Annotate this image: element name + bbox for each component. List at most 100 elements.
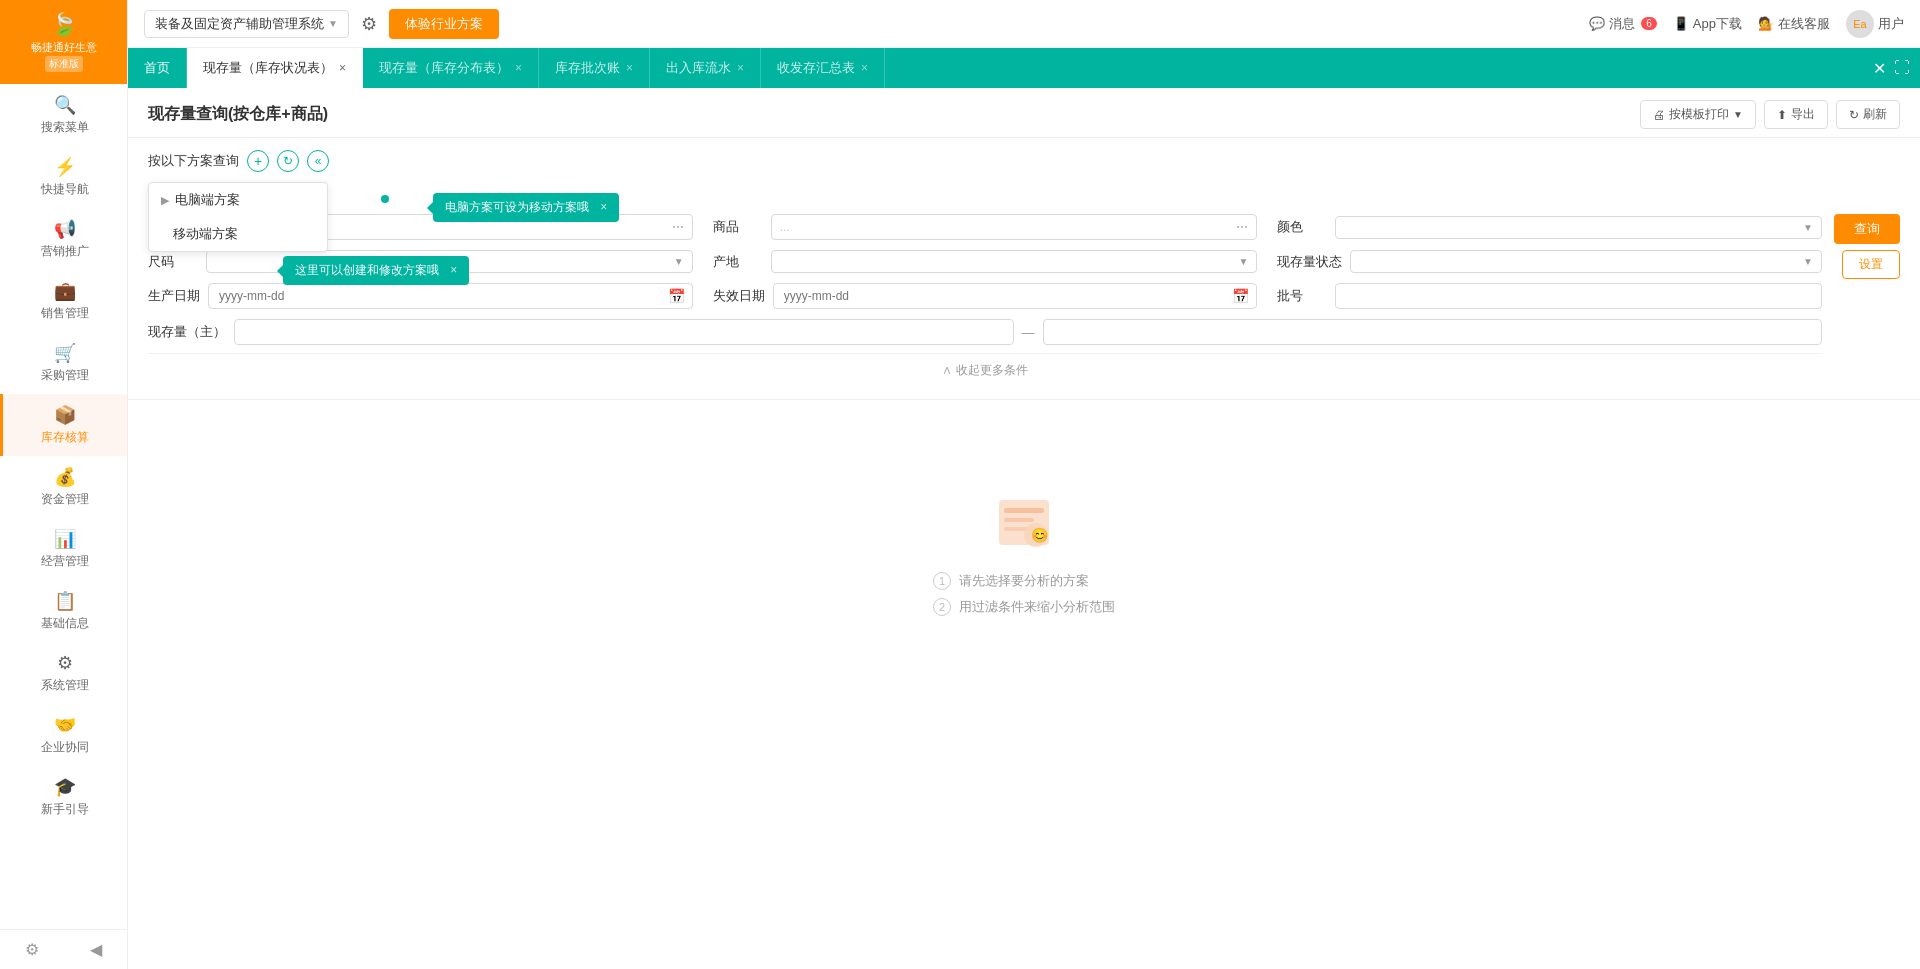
settings-filter-btn[interactable]: 设置 <box>1842 250 1900 279</box>
tooltip2-text: 这里可以创建和修改方案哦 <box>295 263 439 277</box>
batch-label: 批号 <box>1277 287 1327 305</box>
inventory-icon: 📦 <box>54 404 76 426</box>
collapse-sidebar-btn[interactable]: ◀ <box>90 940 102 959</box>
quicknav-icon: ⚡ <box>54 156 76 178</box>
expire-date-label: 失效日期 <box>713 287 765 305</box>
sales-icon: 💼 <box>54 280 76 302</box>
logo-tag: 标准版 <box>45 56 83 72</box>
collapse-icon: ∧ <box>942 363 955 377</box>
sidebar-item-label: 库存核算 <box>41 429 89 446</box>
tabbar: 首页 现存量（库存状况表） × 现存量（库存分布表） × 库存批次账 × 出入库… <box>128 48 1920 88</box>
product-value: ... <box>780 220 1237 234</box>
page-actions: 🖨 按模板打印 ▼ ⬆ 导出 ↻ 刷新 <box>1640 100 1900 129</box>
page-header: 现存量查询(按仓库+商品) 🖨 按模板打印 ▼ ⬆ 导出 ↻ 刷新 <box>128 88 1920 138</box>
sidebar-item-system[interactable]: ⚙ 系统管理 <box>0 642 127 704</box>
online-support-label: 在线客服 <box>1778 15 1830 33</box>
sidebar-item-label: 系统管理 <box>41 677 89 694</box>
notifications-label: 消息 <box>1609 15 1635 33</box>
experience-btn[interactable]: 体验行业方案 <box>389 9 499 39</box>
size-label: 尺码 <box>148 253 198 271</box>
sidebar-item-marketing[interactable]: 📢 营销推广 <box>0 208 127 270</box>
origin-chevron-icon: ▼ <box>1238 256 1248 267</box>
warehouse-more-icon: ⋯ <box>672 220 684 234</box>
system-selector[interactable]: 装备及固定资产辅助管理系统 ▼ <box>144 10 349 38</box>
filter-item-stock-status: 现存量状态 ▼ <box>1277 250 1822 273</box>
batch-input[interactable] <box>1335 283 1822 309</box>
print-btn[interactable]: 🖨 按模板打印 ▼ <box>1640 100 1756 129</box>
scheme-item-pc[interactable]: ▶ 电脑端方案 <box>149 183 327 217</box>
tab-collect-summary-label: 收发存汇总表 <box>777 59 855 77</box>
sidebar-item-sales[interactable]: 💼 销售管理 <box>0 270 127 332</box>
filter-row-4: 现存量（主） — <box>148 319 1822 345</box>
svg-rect-1 <box>1004 508 1044 513</box>
sidebar-item-operations[interactable]: 📊 经营管理 <box>0 518 127 580</box>
produce-date-input[interactable] <box>208 283 693 309</box>
sidebar-item-newbie[interactable]: 🎓 新手引导 <box>0 766 127 828</box>
back-scheme-btn[interactable]: « <box>307 150 329 172</box>
filter-item-product: 商品 ... ⋯ <box>713 214 1258 240</box>
tab-inventory-dist-close[interactable]: × <box>515 61 522 75</box>
sidebar-item-enterprise[interactable]: 🤝 企业协同 <box>0 704 127 766</box>
sidebar-item-inventory[interactable]: 📦 库存核算 <box>0 394 127 456</box>
size-chevron-icon: ▼ <box>674 256 684 267</box>
export-icon: ⬆ <box>1777 108 1787 122</box>
sidebar-item-label: 资金管理 <box>41 491 89 508</box>
tooltip2-close-btn[interactable]: × <box>450 263 457 277</box>
tab-in-out-flow-close[interactable]: × <box>737 61 744 75</box>
empty-illustration: 😊 <box>984 480 1064 560</box>
color-label: 颜色 <box>1277 218 1327 236</box>
step-2-num: 2 <box>933 598 951 616</box>
user-menu-btn[interactable]: Ea 用户 <box>1846 10 1904 38</box>
refresh-scheme-btn[interactable]: ↻ <box>277 150 299 172</box>
color-chevron-icon: ▼ <box>1803 222 1813 233</box>
step-1-text: 请先选择要分析的方案 <box>959 572 1089 590</box>
expire-date-calendar-icon[interactable]: 📅 <box>1232 288 1249 304</box>
scheme-list: ▶ 电脑端方案 移动端方案 <box>148 182 328 252</box>
empty-state: 😊 1 请先选择要分析的方案 2 用过滤条件来缩小分析范围 <box>128 400 1920 696</box>
tooltip1-close-btn[interactable]: × <box>600 200 607 214</box>
tab-collect-summary[interactable]: 收发存汇总表 × <box>761 48 885 88</box>
notifications-btn[interactable]: 💬 消息 6 <box>1589 15 1657 33</box>
collapse-label: 收起更多条件 <box>956 363 1028 377</box>
collapse-filter-btn[interactable]: ∧ 收起更多条件 <box>148 353 1822 387</box>
tab-home[interactable]: 首页 <box>128 48 187 88</box>
tab-batch-ledger-label: 库存批次账 <box>555 59 620 77</box>
tab-batch-ledger-close[interactable]: × <box>626 61 633 75</box>
sidebar-item-purchase[interactable]: 🛒 采购管理 <box>0 332 127 394</box>
topbar-gear-icon[interactable]: ⚙ <box>361 13 377 35</box>
produce-date-label: 生产日期 <box>148 287 200 305</box>
export-btn[interactable]: ⬆ 导出 <box>1764 100 1828 129</box>
sidebar-item-label: 基础信息 <box>41 615 89 632</box>
expire-date-input[interactable] <box>773 283 1258 309</box>
tab-in-out-flow[interactable]: 出入库流水 × <box>650 48 761 88</box>
tab-batch-ledger[interactable]: 库存批次账 × <box>539 48 650 88</box>
search-btn-area: 查询 设置 <box>1834 184 1900 387</box>
online-support-btn[interactable]: 💁 在线客服 <box>1758 15 1830 33</box>
svg-text:😊: 😊 <box>1031 527 1049 544</box>
tab-collect-summary-close[interactable]: × <box>861 61 868 75</box>
add-scheme-btn[interactable]: + <box>247 150 269 172</box>
sidebar-item-search[interactable]: 🔍 搜索菜单 <box>0 84 127 146</box>
tab-inventory-status-close[interactable]: × <box>339 61 346 75</box>
refresh-btn[interactable]: ↻ 刷新 <box>1836 100 1900 129</box>
search-btn[interactable]: 查询 <box>1834 214 1900 244</box>
empty-step-1: 1 请先选择要分析的方案 <box>933 572 1115 590</box>
settings-footer-btn[interactable]: ⚙ <box>25 940 39 959</box>
sidebar-item-quicknav[interactable]: ⚡ 快捷导航 <box>0 146 127 208</box>
filter-item-origin: 产地 ▼ <box>713 250 1258 273</box>
scheme-item-mobile[interactable]: 移动端方案 <box>149 217 327 251</box>
expand-icon[interactable]: ⛶ <box>1894 59 1910 77</box>
close-all-tabs-icon[interactable]: ✕ <box>1873 59 1886 78</box>
sidebar-item-label: 销售管理 <box>41 305 89 322</box>
sidebar-item-finance[interactable]: 💰 资金管理 <box>0 456 127 518</box>
stock-qty-max-input[interactable] <box>1043 319 1823 345</box>
produce-date-calendar-icon[interactable]: 📅 <box>668 288 685 304</box>
app-download-btn[interactable]: 📱 App下载 <box>1673 15 1742 33</box>
refresh-icon: ↻ <box>1849 108 1859 122</box>
tab-in-out-flow-label: 出入库流水 <box>666 59 731 77</box>
tab-inventory-status[interactable]: 现存量（库存状况表） × <box>187 48 363 88</box>
tab-inventory-dist[interactable]: 现存量（库存分布表） × <box>363 48 539 88</box>
search-icon: 🔍 <box>54 94 76 116</box>
stock-qty-min-input[interactable] <box>234 319 1014 345</box>
sidebar-item-basic[interactable]: 📋 基础信息 <box>0 580 127 642</box>
